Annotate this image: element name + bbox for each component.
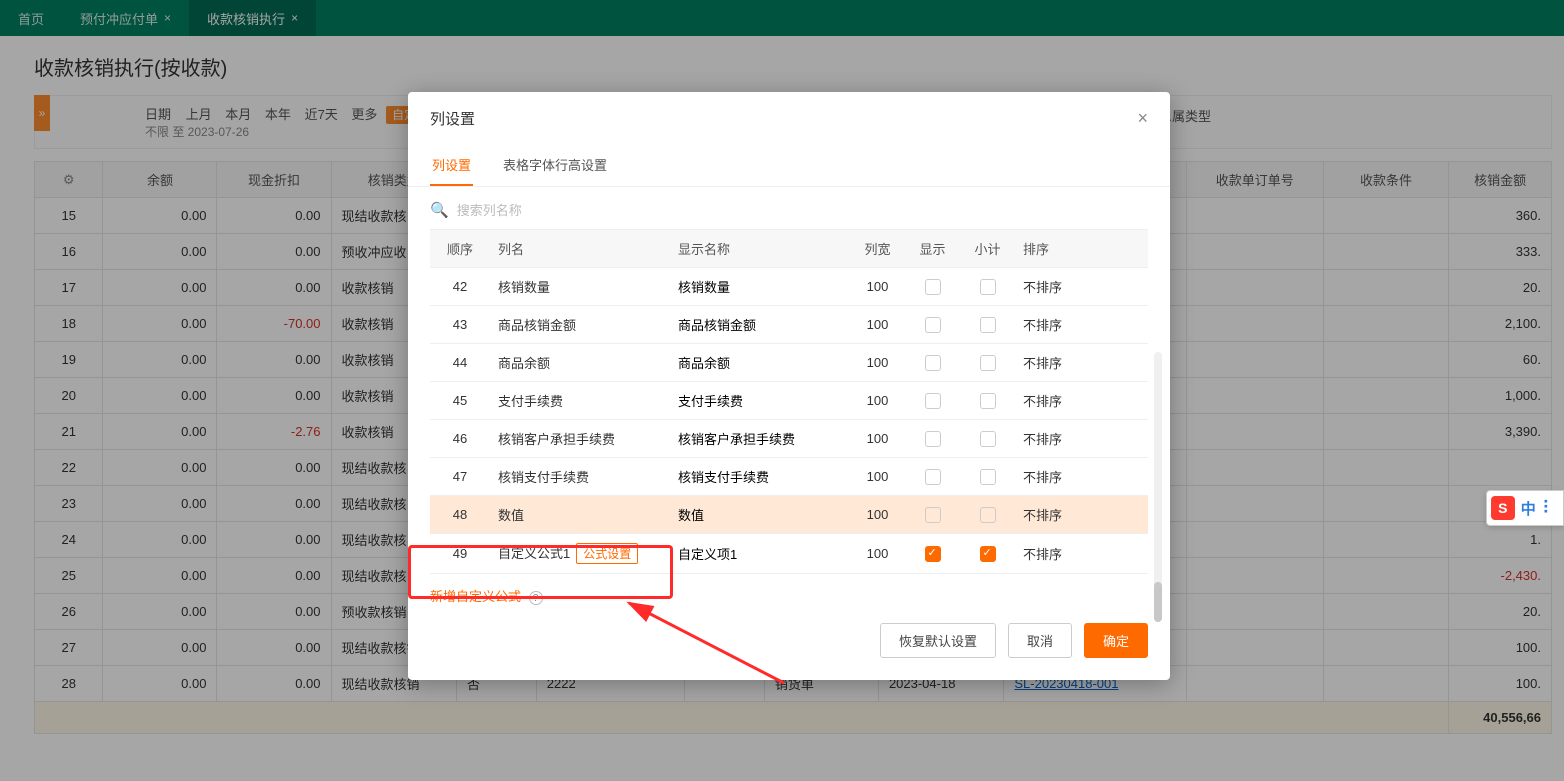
column-config-row[interactable]: 42核销数量100不排序	[430, 268, 1148, 306]
modal-tab-font[interactable]: 表格字体行高设置	[501, 145, 609, 186]
help-icon[interactable]: ?	[529, 591, 543, 605]
show-checkbox[interactable]	[925, 431, 941, 447]
display-name-input[interactable]	[678, 431, 842, 446]
subtotal-checkbox[interactable]	[980, 546, 996, 562]
ime-indicator[interactable]: S 中 ⠇	[1486, 490, 1564, 526]
column-config-row[interactable]: 44商品余额100不排序	[430, 344, 1148, 382]
column-config-row[interactable]: 49自定义公式1公式设置100不排序	[430, 534, 1148, 574]
subtotal-checkbox[interactable]	[980, 355, 996, 371]
mcol-sort: 排序	[1015, 230, 1148, 268]
mcol-display: 显示名称	[670, 230, 850, 268]
ime-more-icon[interactable]: ⠇	[1542, 498, 1555, 519]
column-config-row[interactable]: 48数值100不排序	[430, 496, 1148, 534]
modal-scrollbar[interactable]	[1154, 352, 1162, 622]
show-checkbox[interactable]	[925, 546, 941, 562]
subtotal-checkbox[interactable]	[980, 317, 996, 333]
sort-select[interactable]: 不排序	[1015, 382, 1148, 420]
column-settings-modal: 列设置 × 列设置 表格字体行高设置 🔍 顺序 列名 显示名称 列宽 显示 小计…	[408, 92, 1170, 680]
ime-mode-text: 中	[1521, 498, 1536, 519]
display-name-input[interactable]	[678, 469, 842, 484]
modal-close-button[interactable]: ×	[1137, 108, 1148, 129]
add-formula-link[interactable]: 新增自定义公式 ?	[430, 586, 543, 605]
sort-select[interactable]: 不排序	[1015, 268, 1148, 306]
display-name-input[interactable]	[678, 317, 842, 332]
sort-select[interactable]: 不排序	[1015, 496, 1148, 534]
reset-default-button[interactable]: 恢复默认设置	[880, 623, 996, 658]
subtotal-checkbox[interactable]	[980, 469, 996, 485]
mcol-show: 显示	[905, 230, 960, 268]
confirm-button[interactable]: 确定	[1084, 623, 1148, 658]
subtotal-checkbox[interactable]	[980, 431, 996, 447]
scrollbar-thumb[interactable]	[1154, 582, 1162, 622]
mcol-width: 列宽	[850, 230, 905, 268]
modal-title: 列设置	[430, 108, 475, 129]
mcol-name: 列名	[490, 230, 670, 268]
show-checkbox[interactable]	[925, 393, 941, 409]
display-name-input[interactable]	[678, 393, 842, 408]
display-name-input[interactable]	[678, 546, 842, 561]
column-config-row[interactable]: 43商品核销金额100不排序	[430, 306, 1148, 344]
column-config-row[interactable]: 45支付手续费100不排序	[430, 382, 1148, 420]
show-checkbox[interactable]	[925, 355, 941, 371]
subtotal-checkbox[interactable]	[980, 279, 996, 295]
mcol-order: 顺序	[430, 230, 490, 268]
show-checkbox[interactable]	[925, 279, 941, 295]
search-icon: 🔍	[430, 201, 449, 219]
show-checkbox[interactable]	[925, 317, 941, 333]
cancel-button[interactable]: 取消	[1008, 623, 1072, 658]
sort-select[interactable]: 不排序	[1015, 420, 1148, 458]
sort-select[interactable]: 不排序	[1015, 344, 1148, 382]
subtotal-checkbox[interactable]	[980, 393, 996, 409]
display-name-input[interactable]	[678, 355, 842, 370]
sort-select[interactable]: 不排序	[1015, 458, 1148, 496]
column-search-input[interactable]	[457, 203, 1148, 218]
mcol-subtotal: 小计	[960, 230, 1015, 268]
show-checkbox[interactable]	[925, 507, 941, 523]
formula-settings-button[interactable]: 公式设置	[576, 543, 638, 564]
display-name-input[interactable]	[678, 279, 842, 294]
modal-tab-columns[interactable]: 列设置	[430, 145, 473, 186]
subtotal-checkbox[interactable]	[980, 507, 996, 523]
column-config-table: 顺序 列名 显示名称 列宽 显示 小计 排序 42核销数量100不排序43商品核…	[430, 229, 1148, 574]
sort-select[interactable]: 不排序	[1015, 306, 1148, 344]
column-config-row[interactable]: 47核销支付手续费100不排序	[430, 458, 1148, 496]
show-checkbox[interactable]	[925, 469, 941, 485]
ime-logo-icon: S	[1491, 496, 1515, 520]
column-config-row[interactable]: 46核销客户承担手续费100不排序	[430, 420, 1148, 458]
sort-select[interactable]: 不排序	[1015, 534, 1148, 574]
display-name-input[interactable]	[678, 507, 842, 522]
